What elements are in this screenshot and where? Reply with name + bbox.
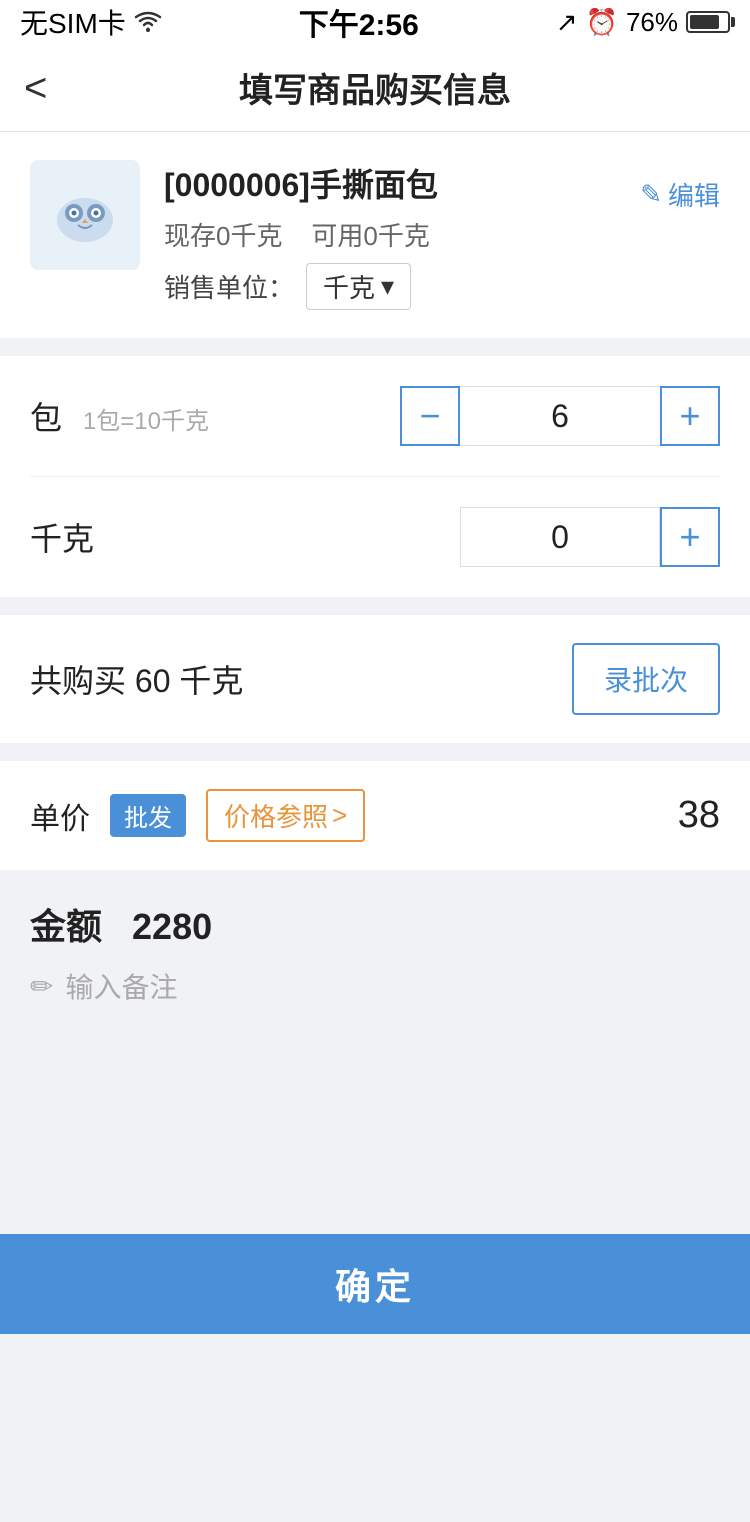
kg-qty-row: 千克 + xyxy=(30,477,720,597)
bao-decrement-button[interactable]: − xyxy=(400,386,460,446)
wholesale-tag: 批发 xyxy=(110,794,186,837)
page-title: 填写商品购买信息 xyxy=(239,63,511,112)
unit-label: 销售单位： xyxy=(164,268,294,305)
edit-icon: ✎ xyxy=(640,179,662,210)
price-section: 单价 批发 价格参照 > 38 xyxy=(0,761,750,870)
status-bar: 无SIM卡 下午2:56 ↗ ⏰ 76% xyxy=(0,0,750,44)
time-display: 下午2:56 xyxy=(299,0,419,44)
unit-selector[interactable]: 千克 ▾ xyxy=(306,263,411,310)
product-image xyxy=(30,160,140,270)
quantity-section: 包 1包=10千克 − + 千克 + xyxy=(0,356,750,597)
pencil-icon: ✏ xyxy=(30,970,53,1003)
wifi-icon xyxy=(134,11,162,33)
product-title: [0000006]手撕面包 xyxy=(164,160,720,206)
product-section: [0000006]手撕面包 现存0千克 可用0千克 销售单位： 千克 ▾ ✎ 编… xyxy=(0,132,750,338)
summary-text: 共购买 60 千克 xyxy=(30,656,243,702)
confirm-button[interactable]: 确定 xyxy=(0,1234,750,1334)
bao-label: 包 xyxy=(30,400,62,436)
owl-logo-icon xyxy=(50,185,120,245)
bao-increment-button[interactable]: + xyxy=(660,386,720,446)
amount-section: 金额 2280 ✏ 输入备注 xyxy=(0,870,750,1022)
edit-button[interactable]: ✎ 编辑 xyxy=(640,176,720,213)
kg-label: 千克 xyxy=(30,521,94,557)
bao-qty-row: 包 1包=10千克 − + xyxy=(30,356,720,477)
chevron-down-icon: ▾ xyxy=(381,271,394,302)
chevron-right-icon: > xyxy=(332,800,347,831)
nav-bar: < 填写商品购买信息 xyxy=(0,44,750,132)
bao-quantity-input[interactable] xyxy=(460,386,660,446)
kg-increment-button[interactable]: + xyxy=(660,507,720,567)
note-placeholder[interactable]: 输入备注 xyxy=(65,966,177,1006)
kg-quantity-input[interactable] xyxy=(460,507,660,567)
price-label: 单价 xyxy=(30,794,90,838)
alarm-icon: ⏰ xyxy=(586,7,618,38)
product-stock-info: 现存0千克 可用0千克 xyxy=(164,216,720,253)
location-icon: ↗ xyxy=(556,7,578,38)
carrier-label: 无SIM卡 xyxy=(20,2,126,42)
record-batch-button[interactable]: 录批次 xyxy=(572,643,720,715)
gray-space xyxy=(0,1022,750,1422)
battery-percent: 76% xyxy=(626,7,678,38)
bao-sub-label: 1包=10千克 xyxy=(83,408,209,435)
summary-section: 共购买 60 千克 录批次 xyxy=(0,615,750,743)
amount-row: 金额 2280 xyxy=(30,898,720,950)
price-reference-button[interactable]: 价格参照 > xyxy=(206,789,365,842)
battery-icon xyxy=(686,11,730,33)
price-value: 38 xyxy=(678,794,720,837)
amount-value: 2280 xyxy=(132,906,212,947)
back-button[interactable]: < xyxy=(24,68,47,108)
